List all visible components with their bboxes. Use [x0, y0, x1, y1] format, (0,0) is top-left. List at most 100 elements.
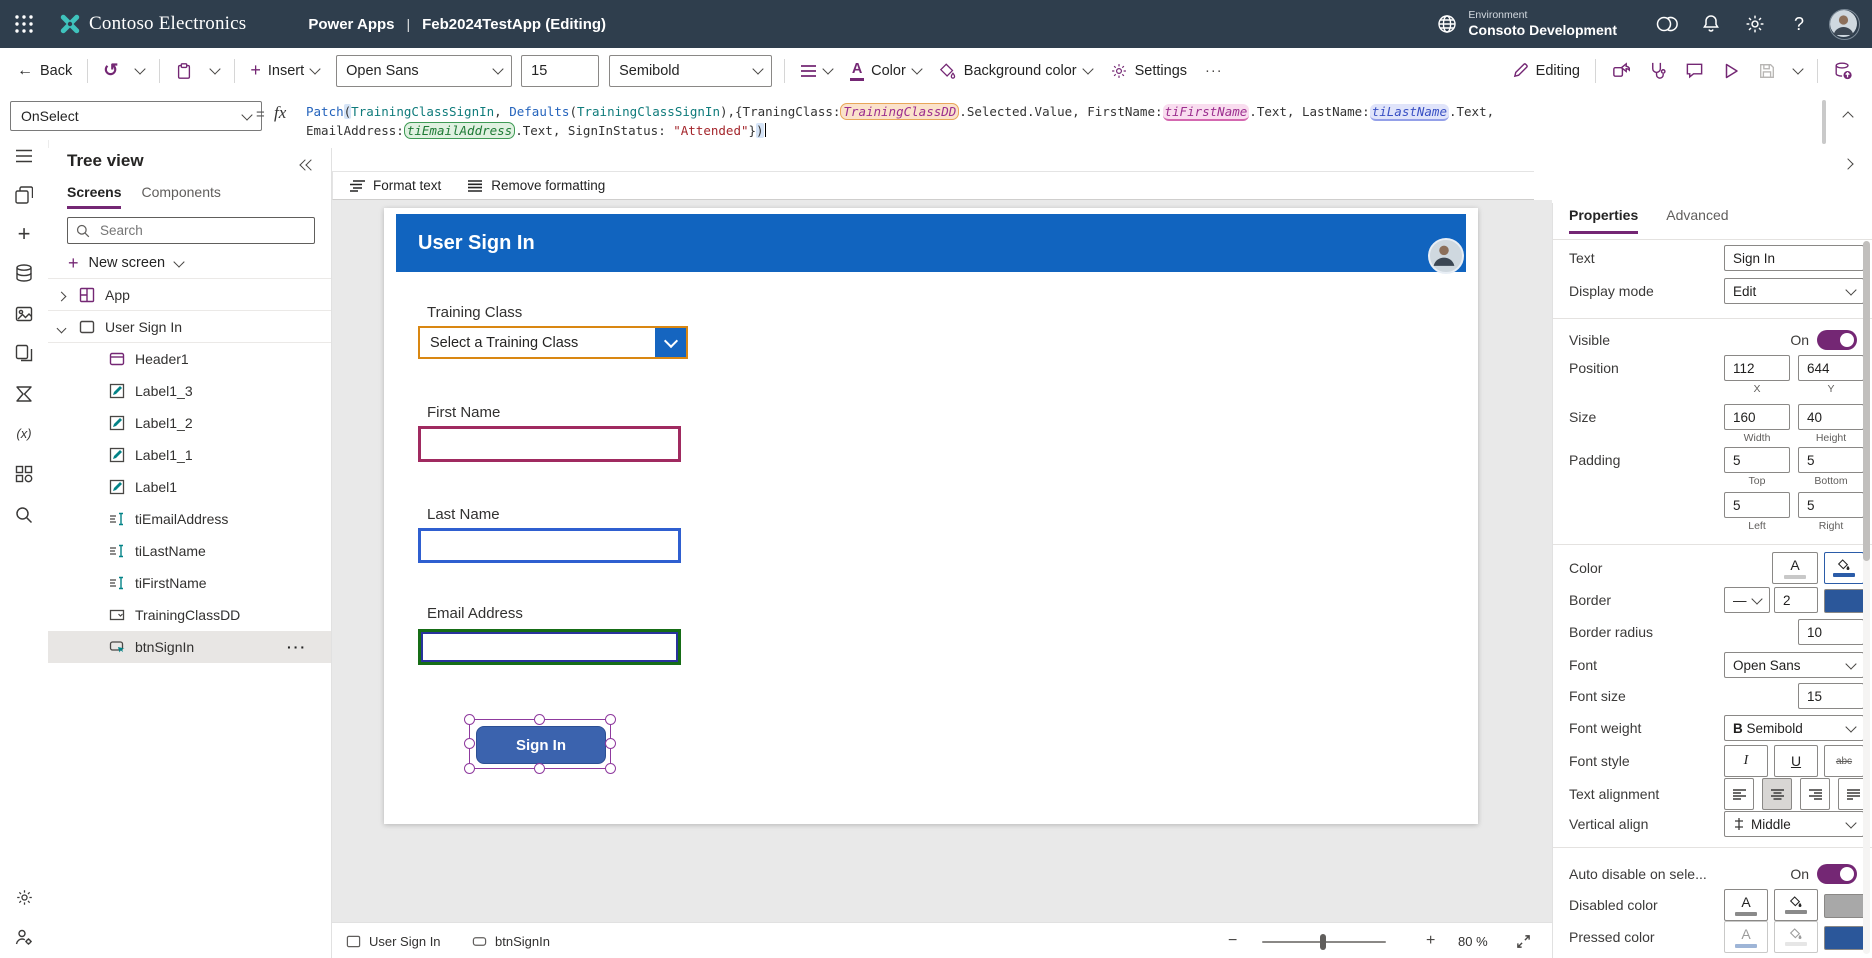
resize-handle-nw[interactable] [464, 714, 475, 725]
breadcrumb-control[interactable]: btnSignIn [472, 923, 550, 958]
tree-item-tiFirstName[interactable]: tiFirstName [48, 567, 331, 599]
resize-handle-sw[interactable] [464, 763, 475, 774]
dropdown-chevron-icon[interactable] [655, 328, 686, 357]
collapse-formula-icon[interactable] [1838, 105, 1858, 125]
tree-item-TrainingClassDD[interactable]: TrainingClassDD [48, 599, 331, 631]
fill-color-button[interactable] [1824, 552, 1864, 584]
email-address-input[interactable] [418, 629, 681, 665]
resize-handle-s[interactable] [534, 763, 545, 774]
tree-search-box[interactable] [67, 217, 315, 244]
paste-menu-chevron[interactable] [202, 55, 228, 87]
resize-handle-w[interactable] [464, 738, 475, 749]
search-input[interactable] [98, 222, 306, 239]
publish-button[interactable] [1824, 55, 1862, 87]
format-text-button[interactable]: Format text [349, 178, 441, 193]
border-color-swatch[interactable] [1824, 589, 1866, 613]
more-commands-button[interactable]: ··· [1196, 55, 1232, 87]
preview-play-button[interactable] [1713, 55, 1749, 87]
resize-handle-se[interactable] [605, 763, 616, 774]
display-mode-dropdown[interactable]: Edit [1724, 278, 1864, 304]
pressed-fill-color-button[interactable] [1774, 921, 1818, 953]
user-avatar[interactable] [1829, 9, 1860, 40]
paste-button[interactable] [166, 55, 202, 87]
text-property-input[interactable]: Sign In [1724, 245, 1864, 271]
italic-button[interactable]: I [1724, 745, 1768, 777]
fit-to-screen-icon[interactable] [1516, 923, 1531, 958]
border-radius-input[interactable]: 10 [1798, 619, 1864, 645]
resize-handle-ne[interactable] [605, 714, 616, 725]
tree-item-Header1[interactable]: Header1 [48, 343, 331, 375]
tab-components[interactable]: Components [141, 184, 220, 209]
product-name[interactable]: Power Apps [308, 16, 394, 33]
settings-gear-icon[interactable] [1733, 0, 1777, 48]
font-size-input[interactable]: 15 [1798, 683, 1864, 709]
tree-item-tiEmailAddress[interactable]: tiEmailAddress [48, 503, 331, 535]
save-menu-chevron[interactable] [1785, 55, 1811, 87]
share-button[interactable] [1602, 55, 1639, 87]
align-right-button[interactable] [1800, 778, 1830, 810]
breadcrumb-screen[interactable]: User Sign In [346, 923, 441, 958]
padding-top-input[interactable]: 5 [1724, 447, 1790, 473]
notifications-bell-icon[interactable] [1689, 0, 1733, 48]
tree-item-Label1_1[interactable]: Label1_1 [48, 439, 331, 471]
comments-button[interactable] [1676, 55, 1713, 87]
save-button[interactable] [1749, 55, 1785, 87]
disabled-font-color-button[interactable]: A [1724, 889, 1768, 921]
rail-screens-icon[interactable] [12, 341, 36, 365]
undo-menu-chevron[interactable] [127, 55, 153, 87]
formula-line1[interactable]: Patch(TrainingClassSignIn, Defaults(Trai… [306, 102, 1494, 121]
rail-media-icon[interactable] [12, 302, 36, 326]
tree-item-app[interactable]: App [48, 280, 331, 311]
chevron-right-icon[interactable] [58, 287, 68, 303]
visible-toggle[interactable] [1817, 330, 1857, 350]
font-color-button[interactable]: A [1772, 552, 1818, 584]
auto-disable-toggle[interactable] [1817, 864, 1857, 884]
font-weight-dropdown[interactable]: B Semibold [1724, 715, 1864, 741]
padding-bottom-input[interactable]: 5 [1798, 447, 1864, 473]
background-color-button[interactable]: Background color [930, 55, 1101, 87]
zoom-in-button[interactable]: + [1426, 923, 1435, 958]
formula-scrollbar[interactable] [1822, 100, 1826, 144]
rail-insert-icon[interactable]: + [12, 222, 36, 246]
tab-screens[interactable]: Screens [67, 184, 121, 209]
position-y-input[interactable]: 644 [1798, 355, 1864, 381]
font-color-button[interactable]: A Color [841, 55, 930, 87]
collapse-tree-icon[interactable] [301, 156, 315, 172]
training-class-dropdown[interactable]: Select a Training Class [418, 326, 688, 359]
environment-picker[interactable]: Environment Consoto Development [1436, 9, 1617, 40]
font-weight-dropdown[interactable]: Semibold [609, 55, 772, 87]
pressed-font-color-button[interactable]: A [1724, 921, 1768, 953]
insert-button[interactable]: + Insert [241, 55, 328, 87]
size-width-input[interactable]: 160 [1724, 404, 1790, 430]
first-name-input[interactable] [418, 426, 681, 462]
last-name-input[interactable] [418, 528, 681, 563]
item-more-button[interactable]: ··· [287, 639, 307, 655]
rail-components-icon[interactable] [12, 462, 36, 486]
zoom-out-button[interactable]: − [1228, 923, 1237, 958]
padding-right-input[interactable]: 5 [1798, 492, 1864, 518]
expand-panel-icon[interactable] [1838, 155, 1858, 175]
rail-menu-icon[interactable] [12, 144, 36, 168]
remove-formatting-button[interactable]: Remove formatting [467, 178, 605, 193]
zoom-percentage[interactable]: 80 % [1458, 923, 1488, 958]
help-icon[interactable]: ? [1777, 0, 1821, 48]
chevron-down-icon[interactable] [58, 319, 68, 335]
size-height-input[interactable]: 40 [1798, 404, 1864, 430]
tab-advanced[interactable]: Advanced [1666, 207, 1728, 234]
copilot-icon[interactable] [1645, 0, 1689, 48]
align-left-button[interactable] [1724, 778, 1754, 810]
waffle-menu-icon[interactable] [0, 0, 48, 48]
vertical-align-dropdown[interactable]: Middle [1724, 811, 1864, 837]
font-size-input[interactable]: 15 [521, 55, 599, 87]
text-alignment-menu[interactable] [791, 55, 841, 87]
rail-variables-icon[interactable]: (x) [12, 421, 36, 445]
rail-power-automate-icon[interactable] [12, 382, 36, 406]
font-dropdown[interactable]: Open Sans [1724, 652, 1864, 678]
tree-item-Label1[interactable]: Label1 [48, 471, 331, 503]
tree-item-Label1_2[interactable]: Label1_2 [48, 407, 331, 439]
sign-in-button[interactable]: Sign In [476, 726, 606, 764]
undo-button[interactable]: ↺ [94, 55, 127, 87]
padding-left-input[interactable]: 5 [1724, 492, 1790, 518]
tab-properties[interactable]: Properties [1569, 207, 1638, 234]
tree-item-user-sign-in-screen[interactable]: User Sign In [48, 311, 331, 343]
